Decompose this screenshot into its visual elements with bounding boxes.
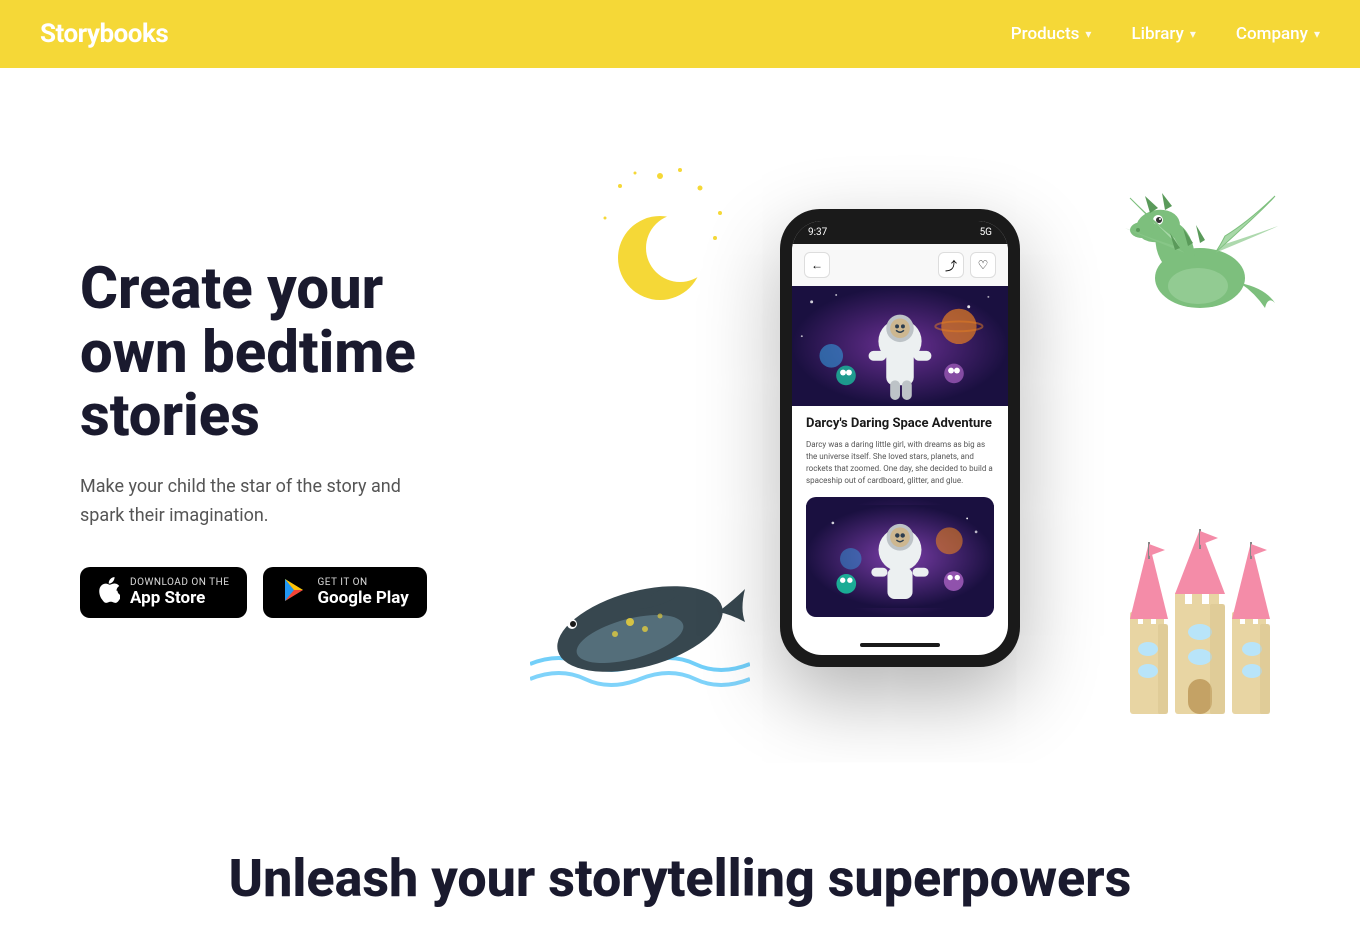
hero-subtitle: Make your child the star of the story an… [80,473,420,531]
bottom-title: Unleash your storytelling superpowers [40,848,1320,909]
store-buttons: Download on the App Store GET IT ON Goo [80,567,500,618]
phone-story-title: Darcy's Daring Space Adventure [806,416,994,433]
chevron-down-icon: ▾ [1314,27,1320,41]
navbar: Storybooks Products ▾ Library ▾ Company … [0,0,1360,68]
phone-story-illustration [806,497,994,617]
nav-links: Products ▾ Library ▾ Company ▾ [1011,24,1320,44]
castle-decoration [1110,524,1290,728]
phone-nav-bar: ← ⤴ ♡ [792,244,1008,286]
phone-share-button[interactable]: ⤴ [938,252,964,278]
phone-time: 9:37 [808,227,827,238]
whale-decoration [530,534,750,698]
phone-story-content: Darcy's Daring Space Adventure Darcy was… [792,406,1008,635]
app-store-text: Download on the App Store [130,577,229,608]
nav-library[interactable]: Library ▾ [1131,24,1195,44]
google-play-text: GET IT ON Google Play [317,577,408,608]
phone-story-text: Darcy was a daring little girl, with dre… [806,439,994,487]
hero-content: Create your own bedtime stories Make you… [80,258,500,618]
phone-home-indicator [860,643,940,647]
app-store-button[interactable]: Download on the App Store [80,567,247,618]
hero-visual: 9:37 5G ← ⤴ ♡ [500,138,1300,738]
dragon-decoration [1120,178,1280,332]
phone-mockup: 9:37 5G ← ⤴ ♡ [780,209,1020,667]
moon-decoration [580,158,740,318]
phone-status-bar: 9:37 5G [792,221,1008,244]
nav-company[interactable]: Company ▾ [1236,24,1320,44]
hero-section: Create your own bedtime stories Make you… [0,68,1360,788]
logo[interactable]: Storybooks [40,19,168,49]
phone-action-icons: ⤴ ♡ [938,252,996,278]
phone-bookmark-button[interactable]: ♡ [970,252,996,278]
google-play-button[interactable]: GET IT ON Google Play [263,567,426,618]
hero-title: Create your own bedtime stories [80,258,500,449]
chevron-down-icon: ▾ [1190,27,1196,41]
phone-signal: 5G [980,227,992,238]
phone-story-header-image [792,286,1008,406]
chevron-down-icon: ▾ [1085,27,1091,41]
bottom-section: Unleash your storytelling superpowers [0,788,1360,949]
apple-icon [98,577,120,608]
phone-back-button[interactable]: ← [804,252,830,278]
phone-screen: 9:37 5G ← ⤴ ♡ [792,221,1008,655]
google-play-icon [281,577,307,608]
phone-home-bar [792,635,1008,655]
nav-products[interactable]: Products ▾ [1011,24,1092,44]
